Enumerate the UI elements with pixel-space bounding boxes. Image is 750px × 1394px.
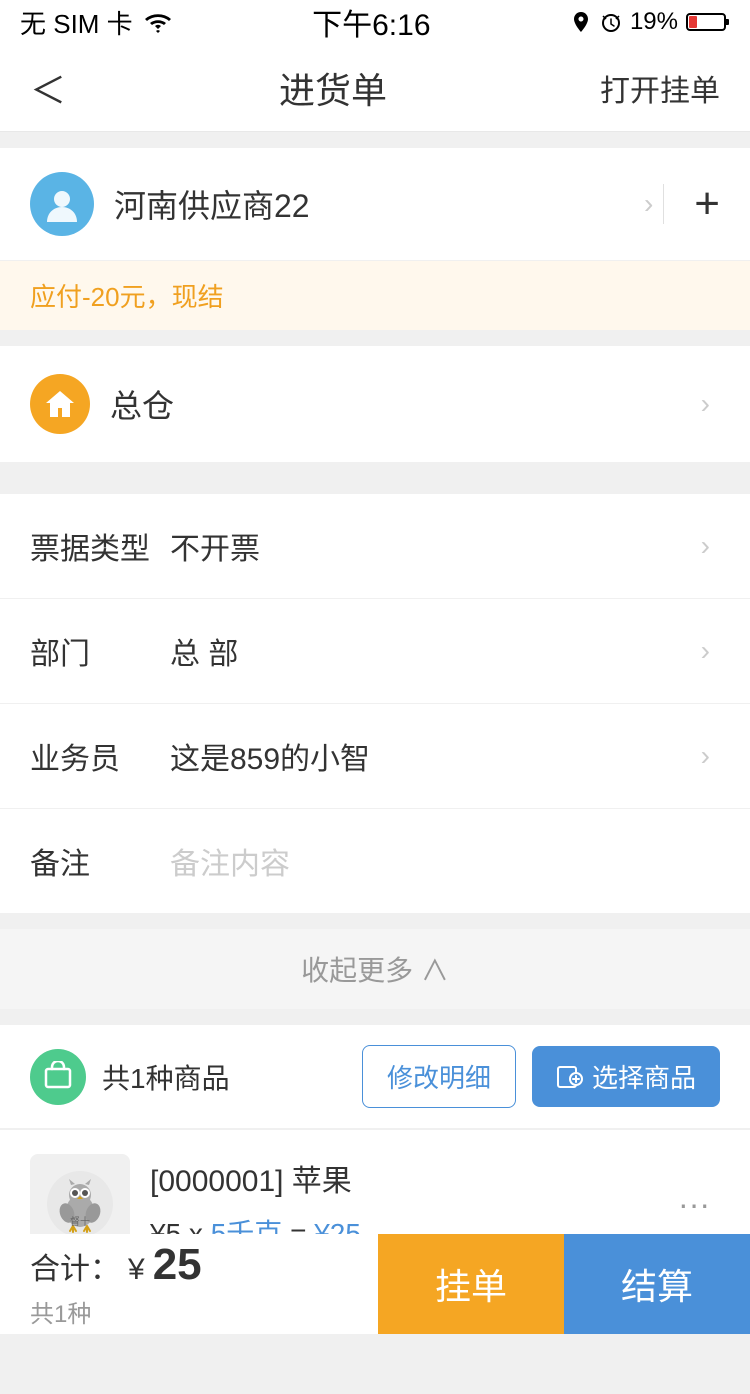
total-amount: 25 — [153, 1240, 202, 1290]
collapse-label: 收起更多 ∧ — [301, 949, 449, 989]
invoice-row[interactable]: 票据类型 不开票 › — [0, 494, 750, 599]
footer-total: 合计： ¥ 25 共1种 — [0, 1234, 378, 1334]
warehouse-chevron-icon: › — [701, 388, 710, 420]
chevron-right-icon: › — [644, 188, 653, 220]
home-icon — [43, 387, 77, 421]
dept-value: 总 部 — [170, 629, 701, 673]
supplier-row[interactable]: 河南供应商22 › + — [0, 148, 750, 261]
status-time: 下午6:16 — [312, 0, 430, 44]
product-count-text: 共1种商品 — [102, 1057, 362, 1097]
modify-detail-button[interactable]: 修改明细 — [362, 1045, 516, 1108]
supplier-section: 河南供应商22 › + 应付-20元，现结 — [0, 148, 750, 330]
select-product-icon — [556, 1063, 584, 1091]
add-supplier-button[interactable]: + — [694, 182, 720, 226]
total-symbol: ¥ — [128, 1253, 145, 1287]
alarm-icon — [600, 11, 622, 33]
dept-row[interactable]: 部门 总 部 › — [0, 599, 750, 704]
nav-bar: ＜ 进货单 打开挂单 — [0, 44, 750, 132]
notice-text: 应付-20元，现结 — [30, 282, 224, 312]
sales-chevron-icon: › — [701, 740, 710, 772]
page-title: 进货单 — [279, 62, 387, 114]
total-label: 合计： — [30, 1244, 120, 1288]
battery-text: 19% — [630, 8, 678, 36]
invoice-chevron-icon: › — [701, 530, 710, 562]
back-button[interactable]: ＜ — [30, 62, 66, 114]
status-left: 无 SIM 卡 — [20, 4, 173, 41]
invoice-label: 票据类型 — [30, 524, 150, 568]
sales-label: 业务员 — [30, 734, 150, 778]
sales-value: 这是859的小智 — [170, 734, 701, 778]
select-product-button[interactable]: 选择商品 — [532, 1046, 720, 1107]
remark-label: 备注 — [30, 839, 150, 883]
sales-row[interactable]: 业务员 这是859的小智 › — [0, 704, 750, 809]
status-bar: 无 SIM 卡 下午6:16 19% — [0, 0, 750, 44]
footer: 合计： ¥ 25 共1种 挂单 结算 — [0, 1234, 750, 1334]
notice-bar: 应付-20元，现结 — [0, 261, 750, 330]
product-display-name: 苹果 — [292, 1165, 352, 1198]
select-btn-label: 选择商品 — [592, 1058, 696, 1095]
invoice-value: 不开票 — [170, 524, 701, 568]
supplier-avatar — [30, 172, 94, 236]
wifi-icon — [143, 11, 173, 33]
warehouse-icon — [30, 374, 90, 434]
user-icon — [42, 184, 82, 224]
location-icon — [570, 11, 592, 33]
svg-text:督十: 督十 — [70, 1215, 90, 1228]
product-name: [0000001] 苹果 — [150, 1156, 668, 1200]
supplier-name: 河南供应商22 — [114, 181, 644, 227]
open-pending-button[interactable]: 打开挂单 — [600, 66, 720, 110]
spacer-1 — [0, 132, 750, 148]
status-right: 19% — [570, 8, 730, 36]
pending-button[interactable]: 挂单 — [378, 1234, 564, 1334]
collapse-row[interactable]: 收起更多 ∧ — [0, 929, 750, 1009]
divider — [663, 184, 664, 224]
remark-input[interactable]: 备注内容 — [170, 839, 720, 883]
total-sub: 共1种 — [30, 1294, 348, 1329]
product-count-icon — [30, 1049, 86, 1105]
form-section: 票据类型 不开票 › 部门 总 部 › 业务员 这是859的小智 › 备注 备注… — [0, 494, 750, 913]
product-image: 督十 — [45, 1169, 115, 1239]
battery-icon — [686, 11, 730, 33]
cart-icon — [42, 1061, 74, 1093]
total-main: 合计： ¥ 25 — [30, 1240, 348, 1290]
spacer-2 — [0, 478, 750, 494]
products-header: 共1种商品 修改明细 选择商品 — [0, 1025, 750, 1129]
warehouse-row[interactable]: 总仓 › — [0, 346, 750, 462]
more-options-button[interactable]: ··· — [668, 1176, 720, 1233]
warehouse-name: 总仓 — [110, 381, 701, 427]
dept-chevron-icon: › — [701, 635, 710, 667]
remark-row[interactable]: 备注 备注内容 — [0, 809, 750, 913]
product-code: [0000001] — [150, 1165, 292, 1198]
dept-label: 部门 — [30, 629, 150, 673]
no-sim-text: 无 SIM 卡 — [20, 4, 133, 41]
checkout-button[interactable]: 结算 — [564, 1234, 750, 1334]
